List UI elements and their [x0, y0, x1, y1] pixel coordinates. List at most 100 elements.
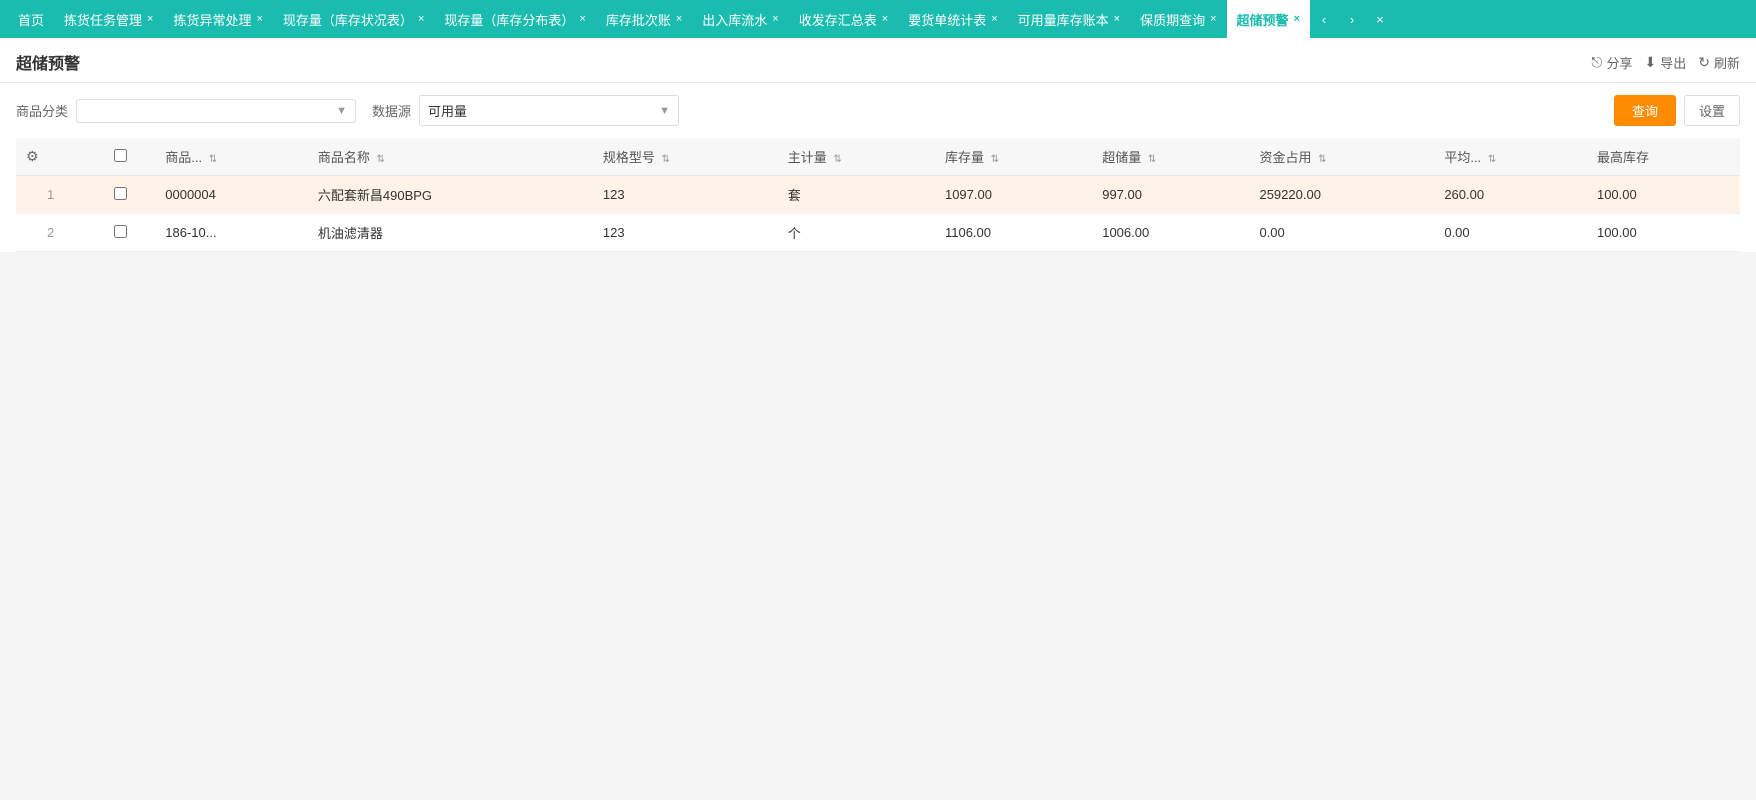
filter-datasource: 数据源 可用量 ▼	[372, 95, 679, 126]
close-available-ledger[interactable]: ×	[1114, 13, 1120, 25]
refresh-button[interactable]: ↻ 刷新	[1698, 53, 1740, 72]
th-unit[interactable]: 主计量 ⇅	[778, 138, 935, 176]
close-over-storage[interactable]: ×	[1294, 13, 1300, 25]
cell-over-stock: 997.00	[1092, 176, 1249, 214]
nav-order-stats[interactable]: 要货单统计表 ×	[898, 0, 1007, 38]
sort-avg-icon: ⇅	[1488, 154, 1496, 165]
th-checkbox	[85, 138, 155, 176]
datasource-select-value: 可用量	[428, 101, 467, 120]
nav-inventory-status[interactable]: 现存量（库存状况表） ×	[273, 0, 434, 38]
category-chevron-icon: ▼	[336, 105, 347, 117]
nav-collect-summary[interactable]: 收发存汇总表 ×	[789, 0, 898, 38]
table-header-row: ⚙ 商品... ⇅ 商品名称 ⇅ 规格型号 ⇅	[16, 138, 1740, 176]
cell-stock: 1106.00	[935, 214, 1092, 252]
th-product-code[interactable]: 商品... ⇅	[155, 138, 308, 176]
select-all-checkbox[interactable]	[114, 149, 127, 162]
cell-unit: 套	[778, 176, 935, 214]
settings-button[interactable]: 设置	[1684, 95, 1740, 126]
th-over-stock[interactable]: 超储量 ⇅	[1092, 138, 1249, 176]
share-button[interactable]: ⎋ 分享	[1591, 53, 1632, 72]
nav-inventory-batch[interactable]: 库存批次账 ×	[596, 0, 692, 38]
close-tuo-abnormal[interactable]: ×	[256, 13, 262, 25]
nav-inventory-dist[interactable]: 现存量（库存分布表） ×	[434, 0, 595, 38]
header-actions: ⎋ 分享 ⬇ 导出 ↻ 刷新	[1591, 53, 1740, 72]
th-product-name[interactable]: 商品名称 ⇅	[308, 138, 593, 176]
th-settings: ⚙	[16, 138, 85, 176]
nav-quality-check[interactable]: 保质期查询 ×	[1130, 0, 1226, 38]
sort-unit-icon: ⇅	[833, 154, 841, 165]
close-inventory-batch[interactable]: ×	[676, 13, 682, 25]
datasource-chevron-icon: ▼	[659, 105, 670, 117]
cell-over-stock: 1006.00	[1092, 214, 1249, 252]
query-button[interactable]: 查询	[1614, 95, 1676, 126]
cell-spec: 123	[593, 214, 778, 252]
cell-product-code: 0000004	[155, 176, 308, 214]
cell-stock: 1097.00	[935, 176, 1092, 214]
close-tuo-task[interactable]: ×	[147, 13, 153, 25]
close-inventory-status[interactable]: ×	[418, 13, 424, 25]
top-navigation: 首页 拣货任务管理 × 拣货异常处理 × 现存量（库存状况表） × 现存量（库存…	[0, 0, 1756, 38]
cell-capital: 0.00	[1249, 214, 1434, 252]
cell-product-name: 机油滤清器	[308, 214, 593, 252]
table-row: 1 0000004 六配套新昌490BPG 123 套 1097.00 997.…	[16, 176, 1740, 214]
filter-datasource-label: 数据源	[372, 101, 411, 120]
th-capital[interactable]: 资金占用 ⇅	[1249, 138, 1434, 176]
nav-tuo-task[interactable]: 拣货任务管理 ×	[54, 0, 163, 38]
th-max-stock: 最高库存	[1587, 138, 1740, 176]
cell-num: 1	[16, 176, 85, 214]
data-table: ⚙ 商品... ⇅ 商品名称 ⇅ 规格型号 ⇅	[16, 138, 1740, 252]
filter-row: 商品分类 ▼ 数据源 可用量 ▼ 查询 设置	[0, 83, 1756, 138]
cell-product-code: 186-10...	[155, 214, 308, 252]
cell-spec: 123	[593, 176, 778, 214]
cell-checkbox	[85, 214, 155, 252]
th-stock[interactable]: 库存量 ⇅	[935, 138, 1092, 176]
nav-prev-arrow[interactable]: ‹	[1310, 0, 1338, 38]
sort-stock-icon: ⇅	[991, 154, 999, 165]
cell-checkbox	[85, 176, 155, 214]
nav-tuo-abnormal[interactable]: 拣货异常处理 ×	[163, 0, 272, 38]
sort-spec-icon: ⇅	[662, 154, 670, 165]
row-checkbox[interactable]	[114, 225, 127, 238]
nav-over-storage[interactable]: 超储预警 ×	[1227, 0, 1310, 38]
close-quality-check[interactable]: ×	[1210, 13, 1216, 25]
close-collect-summary[interactable]: ×	[882, 13, 888, 25]
nav-inout-flow[interactable]: 出入库流水 ×	[692, 0, 788, 38]
filter-category-label: 商品分类	[16, 101, 68, 120]
sort-product-code-icon: ⇅	[209, 154, 217, 165]
sort-capital-icon: ⇅	[1318, 154, 1326, 165]
page-title: 超储预警	[16, 50, 80, 74]
cell-product-name: 六配套新昌490BPG	[308, 176, 593, 214]
cell-max-stock: 100.00	[1587, 176, 1740, 214]
table-row: 2 186-10... 机油滤清器 123 个 1106.00 1006.00 …	[16, 214, 1740, 252]
datasource-select[interactable]: 可用量 ▼	[419, 95, 679, 126]
cell-max-stock: 100.00	[1587, 214, 1740, 252]
nav-available-ledger[interactable]: 可用量库存账本 ×	[1008, 0, 1130, 38]
cell-avg: 260.00	[1434, 176, 1587, 214]
cell-avg: 0.00	[1434, 214, 1587, 252]
filter-right-buttons: 查询 设置	[1614, 95, 1740, 126]
nav-close-all[interactable]: ×	[1366, 0, 1394, 38]
sort-over-stock-icon: ⇅	[1148, 154, 1156, 165]
cell-num: 2	[16, 214, 85, 252]
cell-unit: 个	[778, 214, 935, 252]
gear-icon[interactable]: ⚙	[26, 148, 39, 164]
th-avg[interactable]: 平均... ⇅	[1434, 138, 1587, 176]
nav-next-arrow[interactable]: ›	[1338, 0, 1366, 38]
sort-product-name-icon: ⇅	[377, 154, 385, 165]
row-checkbox[interactable]	[114, 187, 127, 200]
share-icon: ⎋	[1591, 54, 1602, 71]
export-button[interactable]: ⬇ 导出	[1645, 53, 1687, 72]
category-select[interactable]: ▼	[76, 99, 356, 123]
close-order-stats[interactable]: ×	[991, 13, 997, 25]
close-inventory-dist[interactable]: ×	[579, 13, 585, 25]
table-container: ⚙ 商品... ⇅ 商品名称 ⇅ 规格型号 ⇅	[0, 138, 1756, 252]
th-spec[interactable]: 规格型号 ⇅	[593, 138, 778, 176]
export-icon: ⬇	[1645, 54, 1657, 71]
page-container: 超储预警 ⎋ 分享 ⬇ 导出 ↻ 刷新 商品分类 ▼ 数据源	[0, 38, 1756, 252]
close-inout-flow[interactable]: ×	[772, 13, 778, 25]
cell-capital: 259220.00	[1249, 176, 1434, 214]
nav-home[interactable]: 首页	[8, 0, 54, 38]
filter-category: 商品分类 ▼	[16, 99, 356, 123]
table-body: 1 0000004 六配套新昌490BPG 123 套 1097.00 997.…	[16, 176, 1740, 252]
refresh-icon: ↻	[1698, 54, 1710, 71]
